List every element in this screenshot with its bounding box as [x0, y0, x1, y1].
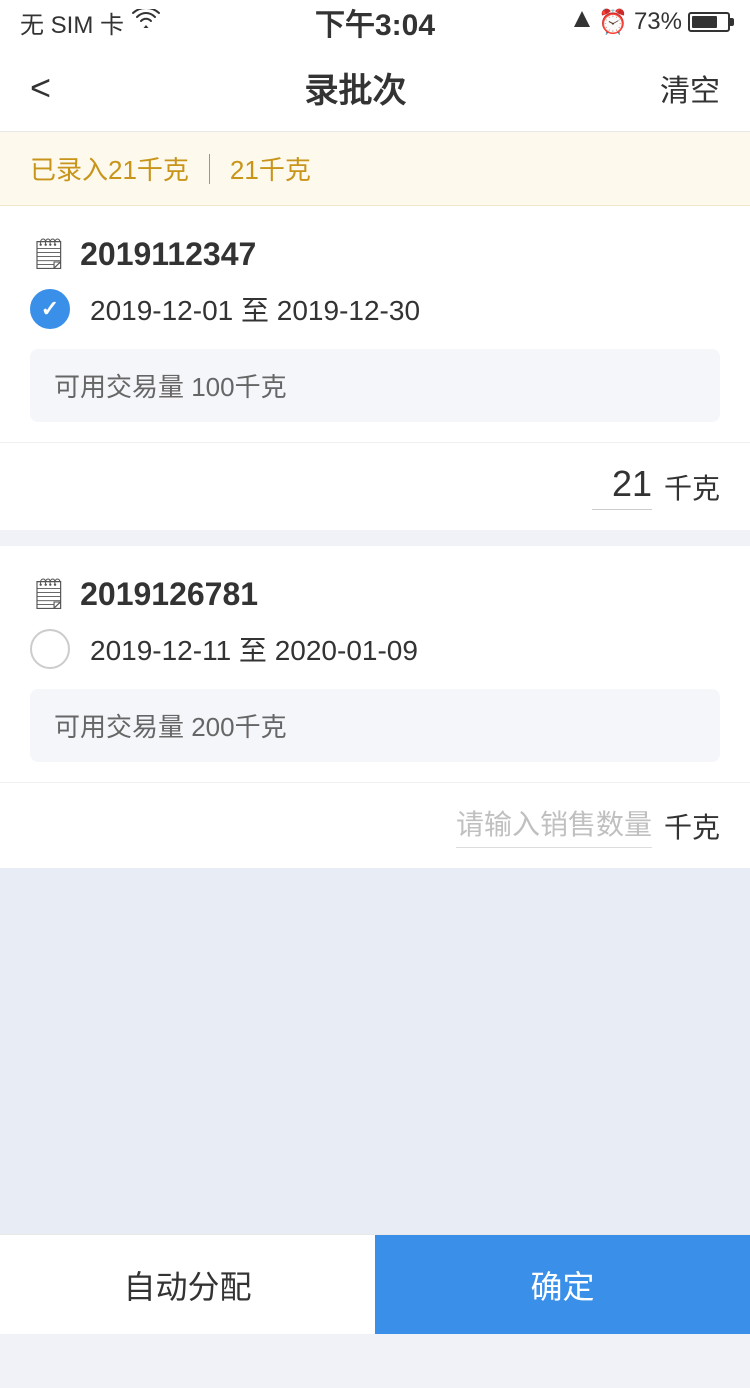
batch-card-1: 🗒 2019112347 2019-12-01 至 2019-12-30 可用交… — [0, 206, 750, 530]
section-divider — [0, 530, 750, 546]
alarm-icon: ⏰ — [598, 8, 628, 37]
batch-1-quantity-row: 21 千克 — [0, 442, 750, 530]
batch-2-unit: 千克 — [664, 806, 720, 846]
status-bar: 无 SIM 卡 下午3:04 ⏰ 73% — [0, 0, 750, 44]
batch-1-date-row: 2019-12-01 至 2019-12-30 — [30, 289, 720, 329]
carrier-text: 无 SIM 卡 — [20, 5, 124, 40]
batch-2-radio[interactable] — [30, 629, 70, 669]
batch-2-quantity-row: 请输入销售数量 千克 — [0, 782, 750, 868]
battery-icon — [688, 12, 730, 32]
content: 🗒 2019112347 2019-12-01 至 2019-12-30 可用交… — [0, 206, 750, 1388]
batch-1-quantity-area: 21 千克 — [592, 463, 720, 510]
battery-percent: 73% — [634, 8, 682, 36]
batch-card-2: 🗒 2019126781 2019-12-11 至 2020-01-09 可用交… — [0, 546, 750, 868]
batch-2-quantity-placeholder[interactable]: 请输入销售数量 — [456, 803, 652, 848]
bottom-bar: 自动分配 确定 — [0, 1234, 750, 1334]
batch-1-available: 可用交易量 100千克 — [30, 349, 720, 422]
batch-2-date-row: 2019-12-11 至 2020-01-09 — [30, 629, 720, 669]
batch-2-id: 2019126781 — [80, 576, 258, 613]
nav-bar: < 录批次 清空 — [0, 44, 750, 132]
batch-icon-2: 🗒 — [30, 577, 68, 612]
batch-2-header: 🗒 2019126781 — [30, 576, 720, 613]
empty-area — [0, 868, 750, 1288]
batch-1-unit: 千克 — [664, 467, 720, 507]
location-icon — [572, 8, 592, 36]
wifi-icon — [132, 8, 160, 36]
status-left: 无 SIM 卡 — [20, 5, 160, 40]
recorded-value: 21千克 — [230, 150, 311, 187]
info-divider — [209, 154, 210, 184]
batch-2-date: 2019-12-11 至 2020-01-09 — [90, 629, 418, 669]
back-button[interactable]: < — [30, 67, 51, 109]
batch-2-available: 可用交易量 200千克 — [30, 689, 720, 762]
batch-1-id: 2019112347 — [80, 236, 256, 273]
status-time: 下午3:04 — [315, 0, 435, 44]
batch-2-quantity-area: 请输入销售数量 千克 — [456, 803, 720, 848]
batch-icon-1: 🗒 — [30, 237, 68, 272]
clear-button[interactable]: 清空 — [660, 66, 720, 110]
confirm-button[interactable]: 确定 — [375, 1235, 750, 1334]
batch-1-radio[interactable] — [30, 289, 70, 329]
batch-1-date: 2019-12-01 至 2019-12-30 — [90, 289, 420, 329]
recorded-label: 已录入21千克 — [30, 150, 189, 187]
batch-1-header: 🗒 2019112347 — [30, 236, 720, 273]
info-banner: 已录入21千克 21千克 — [0, 132, 750, 206]
auto-distribute-button[interactable]: 自动分配 — [0, 1235, 375, 1334]
page-title: 录批次 — [305, 63, 407, 112]
status-right: ⏰ 73% — [572, 8, 730, 37]
batch-1-quantity-value[interactable]: 21 — [592, 463, 652, 510]
